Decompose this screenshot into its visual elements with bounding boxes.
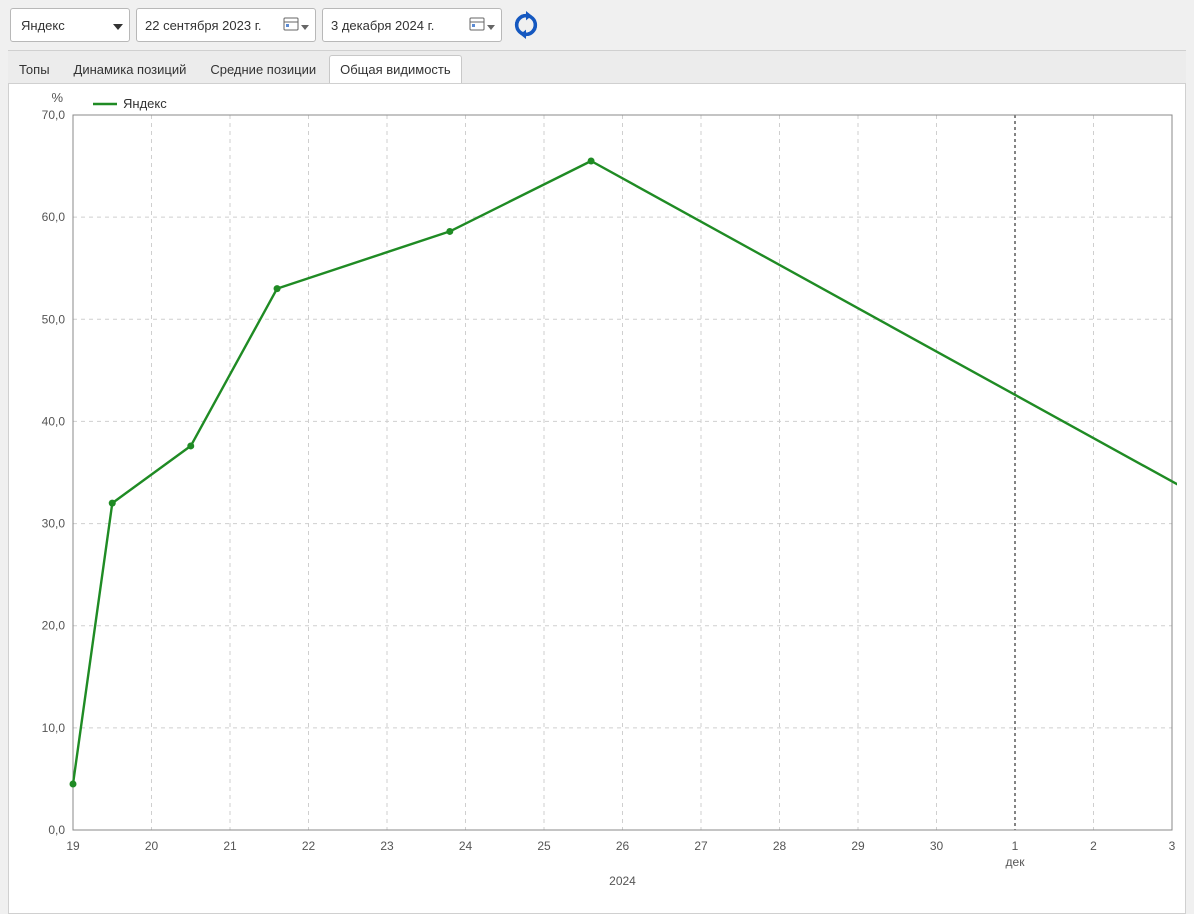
engine-select[interactable]: Яндекс (10, 8, 130, 42)
line-chart: % Яндекс 0,0 10,0 20,0 30,0 40,0 50,0 60,0 70,0 19… (17, 90, 1177, 900)
svg-text:1: 1 (1012, 839, 1019, 853)
svg-text:Яндекс: Яндекс (123, 96, 167, 111)
calendar-icon (469, 16, 485, 35)
svg-text:19: 19 (66, 839, 80, 853)
svg-text:23: 23 (380, 839, 394, 853)
svg-text:27: 27 (694, 839, 708, 853)
svg-text:2: 2 (1090, 839, 1097, 853)
svg-text:дек: дек (1006, 855, 1026, 869)
refresh-icon (512, 11, 540, 39)
svg-text:20,0: 20,0 (42, 619, 66, 633)
date-from-input[interactable]: 22 сентября 2023 г. (136, 8, 316, 42)
svg-text:30: 30 (930, 839, 944, 853)
svg-text:0,0: 0,0 (48, 823, 65, 837)
tab-label: Общая видимость (340, 62, 451, 77)
svg-text:30,0: 30,0 (42, 517, 66, 531)
svg-text:28: 28 (773, 839, 787, 853)
svg-text:10,0: 10,0 (42, 721, 66, 735)
tab-overall-visibility[interactable]: Общая видимость (329, 55, 462, 83)
svg-text:21: 21 (223, 839, 237, 853)
toolbar: Яндекс 22 сентября 2023 г. 3 декабря 202… (0, 0, 1194, 50)
date-from-value: 22 сентября 2023 г. (145, 18, 261, 33)
svg-text:25: 25 (537, 839, 551, 853)
chart-card: % Яндекс 0,0 10,0 20,0 30,0 40,0 50,0 60,0 70,0 19… (8, 84, 1186, 914)
tab-tops[interactable]: Топы (8, 55, 61, 83)
tab-position-dynamics[interactable]: Динамика позиций (63, 55, 198, 83)
svg-text:26: 26 (616, 839, 630, 853)
svg-text:3: 3 (1169, 839, 1176, 853)
engine-select-label: Яндекс (21, 18, 65, 33)
svg-text:24: 24 (459, 839, 473, 853)
chevron-down-icon (487, 18, 495, 33)
tabs: Топы Динамика позиций Средние позиции Об… (8, 50, 1186, 84)
tab-label: Топы (19, 62, 50, 77)
refresh-button[interactable] (508, 8, 544, 42)
svg-text:60,0: 60,0 (42, 210, 66, 224)
svg-text:50,0: 50,0 (42, 312, 66, 326)
date-to-input[interactable]: 3 декабря 2024 г. (322, 8, 502, 42)
svg-text:20: 20 (145, 839, 159, 853)
tab-label: Динамика позиций (74, 62, 187, 77)
svg-text:22: 22 (302, 839, 316, 853)
tab-avg-positions[interactable]: Средние позиции (199, 55, 327, 83)
svg-text:29: 29 (851, 839, 865, 853)
tab-label: Средние позиции (210, 62, 316, 77)
date-to-value: 3 декабря 2024 г. (331, 18, 434, 33)
svg-text:70,0: 70,0 (42, 108, 66, 122)
svg-text:2024: 2024 (609, 874, 636, 888)
calendar-icon (283, 16, 299, 35)
svg-text:40,0: 40,0 (42, 414, 66, 428)
chevron-down-icon (301, 18, 309, 33)
svg-text:%: % (51, 90, 63, 105)
chevron-down-icon (113, 18, 123, 33)
